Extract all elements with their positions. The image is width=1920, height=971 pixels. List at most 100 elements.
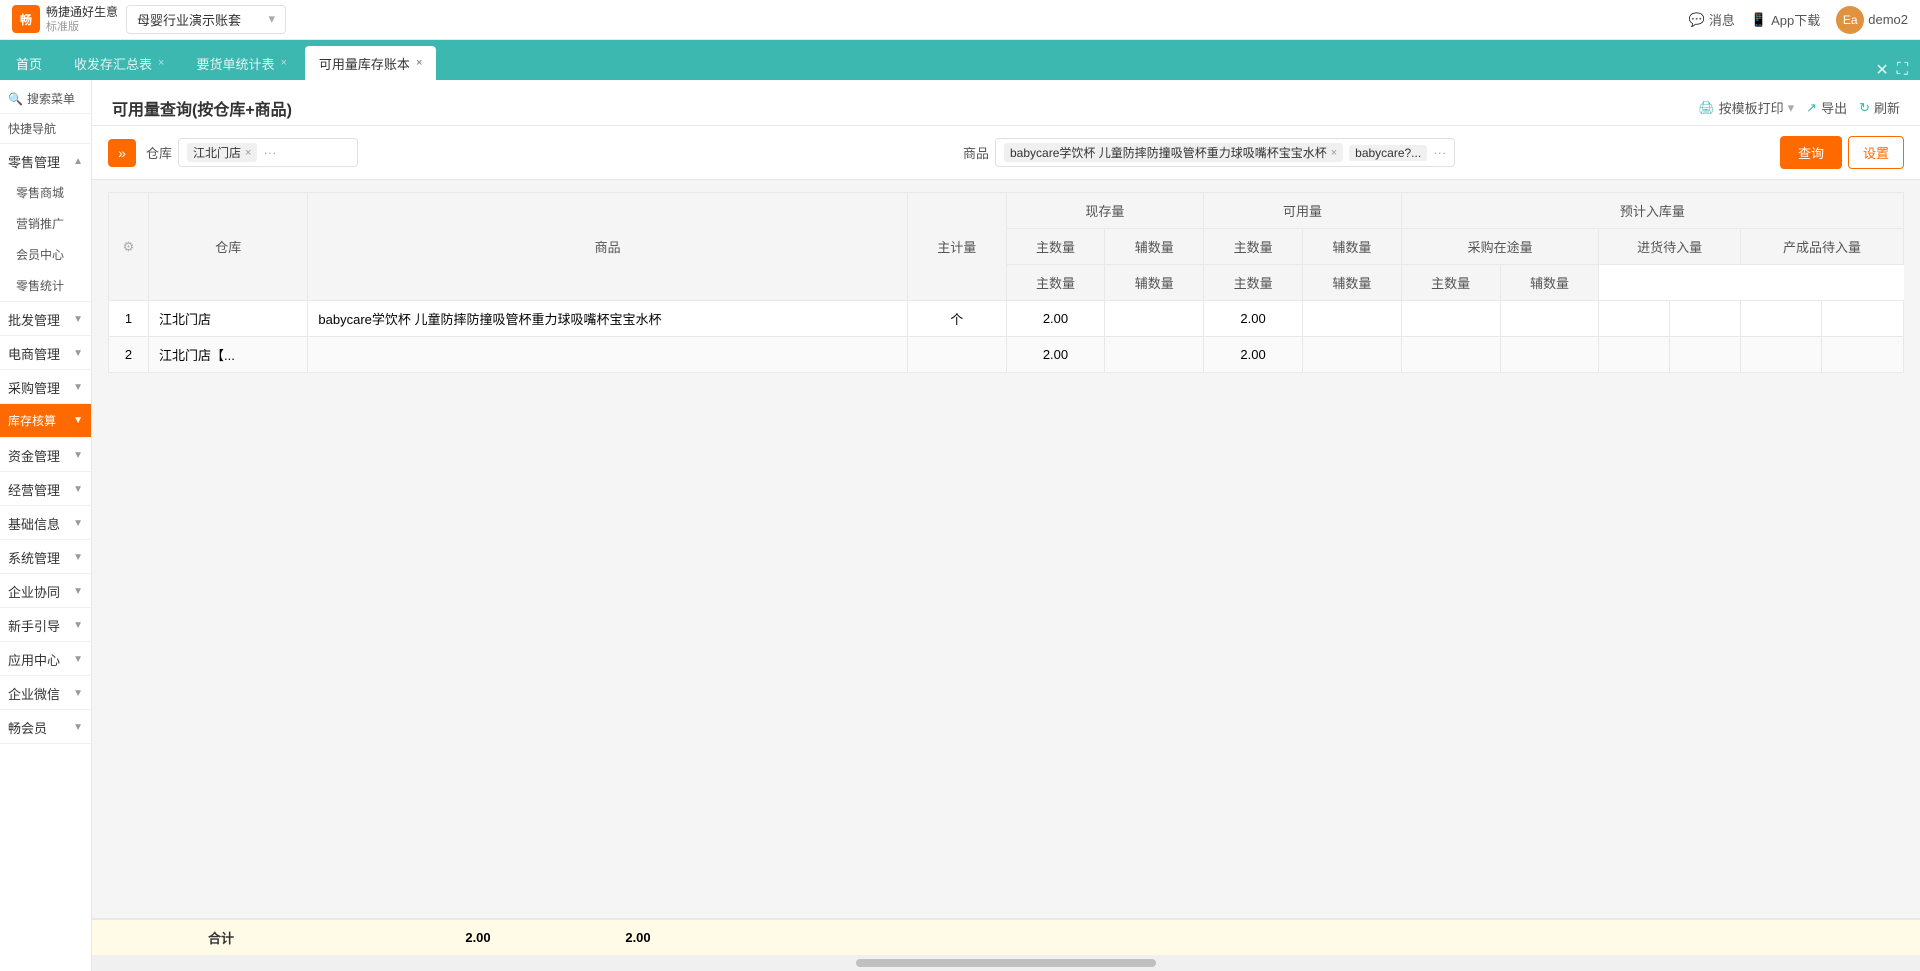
sidebar-group-header-inventory[interactable]: 库存核算 ▼: [0, 404, 91, 437]
tab-summary[interactable]: 收发存汇总表 ×: [60, 46, 178, 80]
export-btn[interactable]: ↗ 导出: [1806, 98, 1847, 117]
print-btn[interactable]: 🖨 按模板打印 ▾: [1698, 98, 1794, 117]
sidebar-group-header-sys[interactable]: 系统管理 ▼: [0, 540, 91, 573]
chevron-down-icon-print: ▾: [1788, 100, 1795, 116]
cell-incoming-aux: [1670, 301, 1741, 337]
cell-purchase-aux: [1500, 301, 1599, 337]
cell-production-main: [1740, 337, 1821, 373]
th-production-aux: 辅数量: [1500, 265, 1599, 301]
filter-area: » 仓库 江北门店 × ··· 商品 babycare学饮杯 儿童防摔防撞吸管杯…: [92, 126, 1920, 180]
sidebar-group-header-finance[interactable]: 资金管理 ▼: [0, 438, 91, 471]
cell-seq: 1: [109, 301, 149, 337]
sidebar-group-purchase: 采购管理 ▼: [0, 370, 91, 404]
sidebar-group-retail: 零售管理 ▲ 零售商城 营销推广 会员中心 零售统计: [0, 144, 91, 302]
product-tag2: babycare?...: [1349, 145, 1427, 161]
page-header: 可用量查询(按仓库+商品) 🖨 按模板打印 ▾ ↗ 导出 ↻ 刷新: [92, 80, 1920, 126]
table-area: ⚙ 仓库 商品 主计量 现存量: [92, 180, 1920, 918]
sidebar-group-header-purchase[interactable]: 采购管理 ▼: [0, 370, 91, 403]
cell-unit: 个: [907, 301, 1006, 337]
tab-fullscreen-btn[interactable]: ⛶: [1897, 61, 1908, 79]
settings-button[interactable]: 设置: [1848, 136, 1904, 169]
tab-bar: 首页 收发存汇总表 × 要货单统计表 × 可用量库存账本 × ✕ ⛶: [0, 40, 1920, 80]
top-bar: 畅 畅捷通好生意 标准版 母婴行业演示账套 ▾ 💬 消息 📱 App下载 Ea …: [0, 0, 1920, 40]
sidebar-group-header-wechat[interactable]: 企业微信 ▼: [0, 676, 91, 709]
sidebar-quick-nav[interactable]: 快捷导航: [0, 114, 91, 144]
chevron-down-icon-wholesale: ▼: [73, 314, 83, 325]
sidebar-group-header-vip[interactable]: 畅会员 ▼: [0, 710, 91, 743]
tab-close-all-btn[interactable]: ✕: [1875, 60, 1888, 80]
sidebar-group-collab: 企业协同 ▼: [0, 574, 91, 608]
sidebar-group-finance: 资金管理 ▼: [0, 438, 91, 472]
product-label: 商品: [963, 143, 989, 162]
th-stock-main: 主数量: [1006, 229, 1105, 265]
sidebar-group-header-biz[interactable]: 经营管理 ▼: [0, 472, 91, 505]
user-avatar-area[interactable]: Ea demo2: [1836, 6, 1908, 34]
sidebar-group-wechat: 企业微信 ▼: [0, 676, 91, 710]
th-incoming-main: 主数量: [1204, 265, 1303, 301]
refresh-btn[interactable]: ↻ 刷新: [1859, 98, 1900, 117]
sidebar-item-mall[interactable]: 零售商城: [0, 177, 91, 208]
product-input[interactable]: babycare学饮杯 儿童防摔防撞吸管杯重力球吸嘴杯宝宝水杯 × babyca…: [995, 138, 1455, 167]
sidebar-group-sys: 系统管理 ▼: [0, 540, 91, 574]
cell-product: [308, 337, 907, 373]
scroll-bar-area: [92, 955, 1920, 971]
cell-avail-main: 2.00: [1204, 337, 1303, 373]
sidebar-group-header-retail[interactable]: 零售管理 ▲: [0, 144, 91, 177]
sidebar-group-header-ecom[interactable]: 电商管理 ▼: [0, 336, 91, 369]
sidebar: 🔍 搜索菜单 快捷导航 零售管理 ▲ 零售商城 营销推广 会员中心 零售统计 批…: [0, 80, 92, 971]
chevron-down-icon-inventory: ▼: [73, 415, 83, 426]
expand-filter-btn[interactable]: »: [108, 139, 136, 167]
gear-icon[interactable]: ⚙: [123, 239, 135, 254]
sidebar-search[interactable]: 🔍 搜索菜单: [0, 80, 91, 114]
sidebar-item-member[interactable]: 会员中心: [0, 239, 91, 270]
warehouse-tag-close[interactable]: ×: [245, 147, 251, 159]
message-btn[interactable]: 💬 消息: [1689, 10, 1735, 29]
logo-text: 畅捷通好生意 标准版: [46, 5, 118, 35]
warehouse-input[interactable]: 江北门店 × ···: [178, 138, 358, 167]
query-button[interactable]: 查询: [1780, 136, 1842, 169]
chevron-down-icon: ▾: [268, 11, 275, 27]
chevron-down-icon-sys: ▼: [73, 552, 83, 563]
sidebar-item-marketing[interactable]: 营销推广: [0, 208, 91, 239]
product-tag1-close[interactable]: ×: [1331, 147, 1337, 159]
search-icon: 🔍: [8, 92, 23, 106]
tab-close-inventory[interactable]: ×: [416, 57, 422, 69]
sidebar-group-header-collab[interactable]: 企业协同 ▼: [0, 574, 91, 607]
avatar: Ea: [1836, 6, 1864, 34]
cell-avail-main: 2.00: [1204, 301, 1303, 337]
tab-home[interactable]: 首页: [2, 46, 56, 80]
chevron-down-icon-appstore: ▼: [73, 654, 83, 665]
logo-icon: 畅: [12, 5, 40, 33]
th-product: 商品: [308, 193, 907, 301]
tab-close-summary[interactable]: ×: [158, 57, 164, 69]
cell-production-aux: [1822, 337, 1904, 373]
sidebar-group-appstore: 应用中心 ▼: [0, 642, 91, 676]
th-gear: ⚙: [109, 193, 149, 301]
scroll-thumb[interactable]: [856, 959, 1156, 967]
cell-production-aux: [1822, 301, 1904, 337]
sidebar-group-header-guide[interactable]: 新手引导 ▼: [0, 608, 91, 641]
filter-group-product: 商品 babycare学饮杯 儿童防摔防撞吸管杯重力球吸嘴杯宝宝水杯 × bab…: [963, 138, 1770, 167]
th-incoming-aux: 辅数量: [1302, 265, 1401, 301]
app-download-btn[interactable]: 📱 App下载: [1751, 10, 1820, 29]
tab-order-stats[interactable]: 要货单统计表 ×: [182, 46, 300, 80]
cell-stock-aux: [1105, 301, 1204, 337]
tab-inventory[interactable]: 可用量库存账本 ×: [305, 46, 436, 80]
sidebar-group-header-basic[interactable]: 基础信息 ▼: [0, 506, 91, 539]
refresh-icon: ↻: [1859, 100, 1870, 116]
sidebar-group-inventory: 库存核算 ▼: [0, 404, 91, 438]
sidebar-group-header-appstore[interactable]: 应用中心 ▼: [0, 642, 91, 675]
sidebar-group-header-wholesale[interactable]: 批发管理 ▼: [0, 302, 91, 335]
download-icon: 📱: [1751, 12, 1767, 28]
cell-avail-aux: [1302, 301, 1401, 337]
tab-close-order-stats[interactable]: ×: [280, 57, 286, 69]
page-title: 可用量查询(按仓库+商品): [112, 96, 292, 120]
industry-selector[interactable]: 母婴行业演示账套 ▾: [126, 5, 286, 34]
sidebar-item-retail-stats[interactable]: 零售统计: [0, 270, 91, 301]
chevron-down-icon-ecom: ▼: [73, 348, 83, 359]
th-avail-main: 主数量: [1204, 229, 1303, 265]
footer-avail-main: 2.00: [598, 930, 678, 945]
top-bar-left: 畅 畅捷通好生意 标准版 母婴行业演示账套 ▾: [12, 5, 286, 35]
th-incoming-group: 进货待入量: [1599, 229, 1741, 265]
message-icon: 💬: [1689, 12, 1705, 28]
